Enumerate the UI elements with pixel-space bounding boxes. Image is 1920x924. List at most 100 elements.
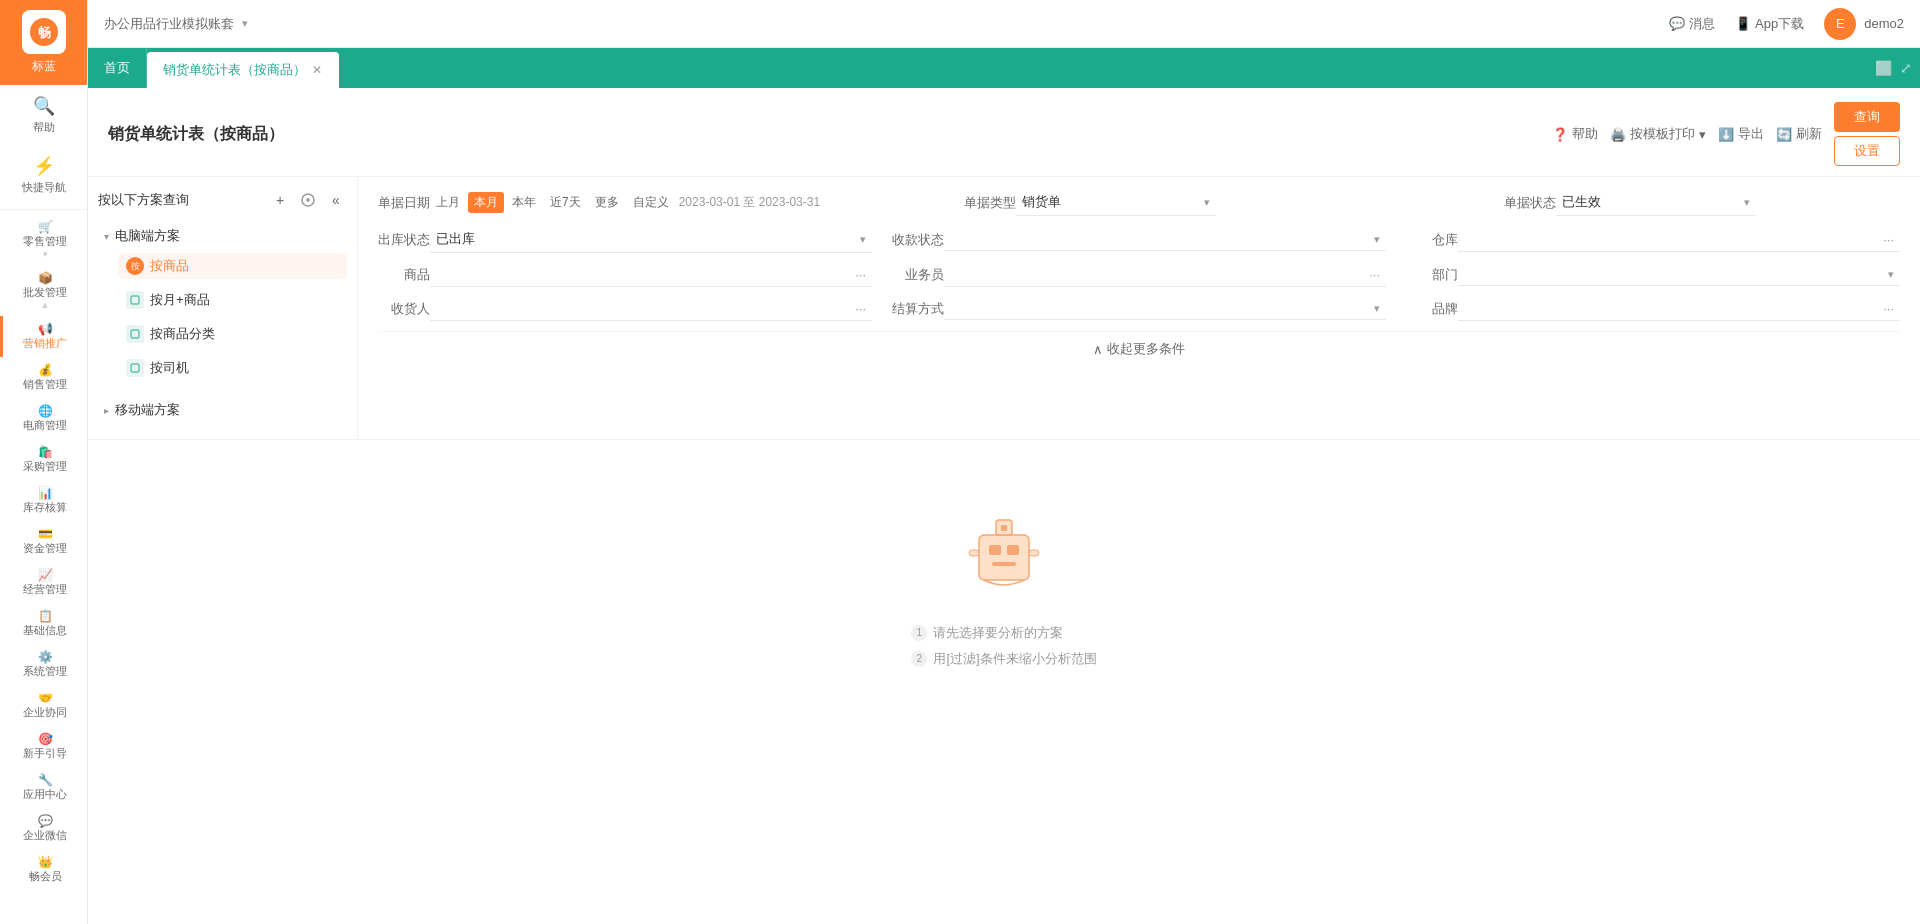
tree-group-mobile-label[interactable]: ▸ 移动端方案: [98, 397, 347, 423]
top-header: 办公用品行业模拟账套 ▾ 💬 消息 📱 App下载 E demo2: [88, 0, 1920, 48]
sidebar-item-retail[interactable]: 🛒 零售管理 ▾: [0, 214, 87, 265]
date-tab-more[interactable]: 更多: [589, 192, 625, 213]
payment-method-select[interactable]: ▾: [944, 298, 1386, 320]
quicknav-icon: ⚡: [33, 155, 55, 177]
sidebar-item-wechat[interactable]: 💬 企业微信: [0, 808, 87, 849]
payment-status-select[interactable]: ▾: [944, 229, 1386, 251]
scheme-collapse-icon[interactable]: «: [325, 189, 347, 211]
department-chevron: ▾: [1888, 268, 1894, 281]
tree-leaf-by-cashier-item[interactable]: 按司机: [118, 355, 347, 381]
doc-status-select[interactable]: 已生效 ▾: [1556, 189, 1756, 216]
tab-restore-icon[interactable]: ⬜: [1875, 60, 1892, 76]
sidebar-item-finance[interactable]: 💳 资金管理: [0, 521, 87, 562]
template-print-btn[interactable]: 🖨️ 按模板打印 ▾: [1610, 125, 1706, 143]
date-tab-lastmonth[interactable]: 上月: [430, 192, 466, 213]
svg-rect-3: [131, 296, 139, 304]
date-range: 2023-03-01 至 2023-03-31: [679, 194, 820, 211]
app-logo-icon: 畅: [22, 10, 66, 54]
user-area[interactable]: E demo2: [1824, 8, 1904, 40]
tree-leaf-by-cashier: 按司机: [118, 351, 347, 385]
sidebar-item-operation[interactable]: 📈 经营管理: [0, 562, 87, 603]
salesperson-dots[interactable]: ···: [1369, 267, 1380, 282]
chevron-up-icon: ▲: [41, 300, 50, 310]
receiver-input[interactable]: ···: [430, 297, 872, 321]
tree-leaf-by-month-product-item[interactable]: 按月+商品: [118, 287, 347, 313]
app-name: 办公用品行业模拟账套: [104, 15, 234, 33]
tab-sales-stat[interactable]: 销货单统计表（按商品） ✕: [147, 52, 339, 88]
tab-maximize-icon[interactable]: ⤢: [1900, 60, 1912, 76]
tab-close-icon[interactable]: ✕: [312, 63, 322, 77]
marketing-icon: 📢: [38, 322, 53, 336]
export-icon: ⬇️: [1718, 127, 1734, 142]
sidebar-item-purchase[interactable]: 🛍️ 采购管理: [0, 439, 87, 480]
enterprise-icon: 🤝: [38, 691, 53, 705]
date-tab-thisyear[interactable]: 本年: [506, 192, 542, 213]
download-btn[interactable]: 📱 App下载: [1735, 15, 1804, 33]
tree-leaf-by-product-item[interactable]: 按 按商品: [118, 253, 347, 279]
scheme-actions: + «: [269, 189, 347, 211]
query-button[interactable]: 查询: [1834, 102, 1900, 132]
sidebar: 畅 标蓝 🔍 帮助 ⚡ 快捷导航 🛒 零售管理 ▾ 📦 批发管理 ▲ 📢 营销推…: [0, 0, 88, 924]
sidebar-item-system[interactable]: ⚙️ 系统管理: [0, 644, 87, 685]
scheme-edit-icon[interactable]: [297, 189, 319, 211]
by-category-icon: [126, 325, 144, 343]
tree-leaf-by-category: 按商品分类: [118, 317, 347, 351]
svg-rect-13: [969, 550, 979, 556]
sidebar-item-enterprise[interactable]: 🤝 企业协同: [0, 685, 87, 726]
by-month-product-icon: [126, 291, 144, 309]
date-tab-thismonth[interactable]: 本月: [468, 192, 504, 213]
tree-group-desktop-label[interactable]: ▾ 电脑端方案: [98, 223, 347, 249]
date-tab-custom[interactable]: 自定义: [627, 192, 675, 213]
department-select[interactable]: ▾: [1458, 264, 1900, 286]
payment-method-chevron: ▾: [1374, 302, 1380, 315]
by-cashier-icon: [126, 359, 144, 377]
message-icon: 💬: [1669, 16, 1685, 31]
doc-type-select[interactable]: 销货单 ▾: [1016, 189, 1216, 216]
brand-input[interactable]: ···: [1458, 297, 1900, 321]
svg-rect-9: [992, 562, 1016, 566]
filter-right-panel: 单据日期 上月 本月 本年 近7天 更多 自定义 2023-03-01 至 20…: [358, 177, 1920, 439]
sidebar-item-member[interactable]: 👑 畅会员: [0, 849, 87, 890]
date-tab-7days[interactable]: 近7天: [544, 192, 587, 213]
doc-type-chevron: ▾: [1204, 196, 1210, 209]
sidebar-item-search[interactable]: 🔍 帮助: [0, 85, 87, 145]
empty-tip-2: 2 用[过滤]条件来缩小分析范围: [911, 646, 1096, 672]
sidebar-item-inventory[interactable]: 📊 库存核算: [0, 480, 87, 521]
avatar: E: [1824, 8, 1856, 40]
wholesale-icon: 📦: [38, 271, 53, 285]
sidebar-item-apps[interactable]: 🔧 应用中心: [0, 767, 87, 808]
out-status-select[interactable]: 已出库 ▾: [430, 226, 872, 253]
export-btn[interactable]: ⬇️ 导出: [1718, 125, 1764, 143]
apps-icon: 🔧: [38, 773, 53, 787]
out-status-label: 出库状态: [378, 231, 430, 249]
doc-type-label: 单据类型: [964, 194, 1016, 212]
settings-button[interactable]: 设置: [1834, 136, 1900, 166]
sidebar-item-quicknav[interactable]: ⚡ 快捷导航: [0, 145, 87, 205]
receiver-dots[interactable]: ···: [855, 301, 866, 316]
filter-collapse-btn[interactable]: ∧ 收起更多条件: [378, 331, 1900, 366]
tab-home[interactable]: 首页: [88, 48, 147, 88]
sidebar-item-sales[interactable]: 💰 销售管理: [0, 357, 87, 398]
tree-leaf-by-category-item[interactable]: 按商品分类: [118, 321, 347, 347]
sidebar-item-ecommerce[interactable]: 🌐 电商管理: [0, 398, 87, 439]
retail-icon: 🛒: [38, 220, 53, 234]
message-btn[interactable]: 💬 消息: [1669, 15, 1715, 33]
out-status-chevron: ▾: [860, 233, 866, 246]
brand-dots[interactable]: ···: [1883, 301, 1894, 316]
scheme-add-icon[interactable]: +: [269, 189, 291, 211]
sidebar-item-wholesale[interactable]: 📦 批发管理 ▲: [0, 265, 87, 316]
warehouse-input[interactable]: ···: [1458, 228, 1900, 252]
empty-illustration: [954, 500, 1054, 600]
warehouse-dots[interactable]: ···: [1883, 232, 1894, 247]
purchase-icon: 🛍️: [38, 445, 53, 459]
sidebar-item-newbie[interactable]: 🎯 新手引导: [0, 726, 87, 767]
svg-text:畅: 畅: [37, 25, 50, 40]
sidebar-item-marketing[interactable]: 📢 营销推广: [0, 316, 87, 357]
salesperson-input[interactable]: ···: [944, 263, 1386, 287]
help-btn[interactable]: ❓ 帮助: [1552, 125, 1598, 143]
sidebar-item-basic[interactable]: 📋 基础信息: [0, 603, 87, 644]
payment-status-field: 收款状态 ▾: [892, 229, 1386, 251]
refresh-btn[interactable]: 🔄 刷新: [1776, 125, 1822, 143]
product-dots[interactable]: ···: [855, 267, 866, 282]
product-input[interactable]: ···: [430, 263, 872, 287]
